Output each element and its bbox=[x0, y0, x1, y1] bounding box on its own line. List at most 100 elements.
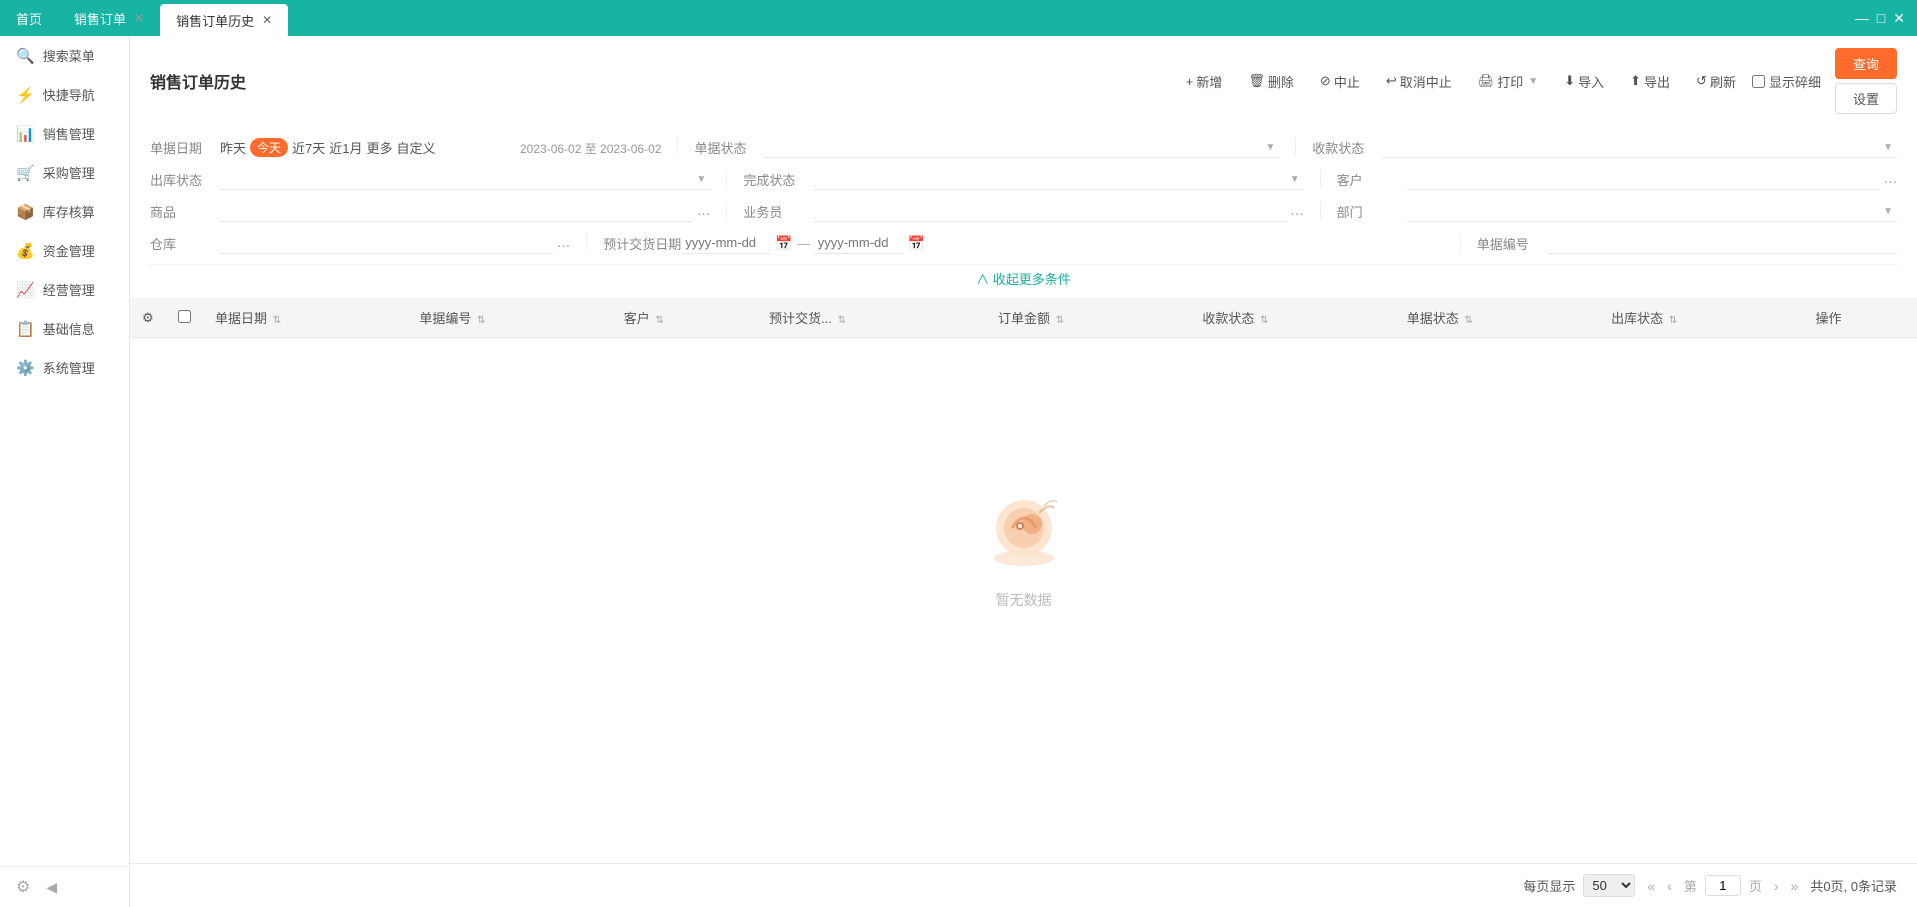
tab-sales-order[interactable]: 销售订单 ✕ bbox=[58, 0, 160, 36]
cancel-stop-button[interactable]: ↩ 取消中止 bbox=[1376, 68, 1462, 95]
th-expected-delivery-label: 预计交货... bbox=[769, 311, 832, 326]
dept-select[interactable] bbox=[1407, 200, 1897, 222]
warehouse-input[interactable] bbox=[220, 232, 553, 254]
doc-number-input[interactable] bbox=[1547, 232, 1897, 254]
next-page-button[interactable]: › bbox=[1770, 876, 1783, 896]
calendar-to-icon[interactable]: 📅 bbox=[908, 235, 925, 252]
page-input[interactable] bbox=[1705, 875, 1741, 896]
sep4 bbox=[1320, 169, 1321, 189]
per-page-select[interactable]: 10 20 50 100 bbox=[1583, 874, 1635, 897]
sidebar-item-sys-mgmt[interactable]: ⚙️ 系统管理 bbox=[0, 348, 129, 387]
settings-button[interactable]: 设置 bbox=[1835, 83, 1897, 114]
data-table: ⚙ 单据日期 ⇅ 单据编号 ⇅ bbox=[130, 298, 1917, 710]
collapse-filter-row[interactable]: ∧ 收起更多条件 bbox=[150, 264, 1897, 292]
complete-status-select[interactable] bbox=[813, 168, 1303, 190]
sidebar-item-basic-info[interactable]: 📋 基础信息 bbox=[0, 309, 129, 348]
import-button[interactable]: ⬇ 导入 bbox=[1554, 68, 1614, 95]
th-expected-delivery[interactable]: 预计交货... ⇅ bbox=[757, 298, 986, 338]
sidebar-item-purchase-mgmt[interactable]: 🛒 采购管理 bbox=[0, 153, 129, 192]
filter-area: 单据日期 昨天 今天 近7天 近1月 更多 自定义 2023-06-02 至 2… bbox=[130, 126, 1917, 298]
sidebar-item-inventory[interactable]: 📦 库存核算 bbox=[0, 192, 129, 231]
calendar-from-icon[interactable]: 📅 bbox=[775, 235, 792, 252]
select-all-checkbox[interactable] bbox=[178, 310, 191, 323]
content-area: 销售订单历史 + 新增 🗑 删除 ⊘ 中止 ↩ bbox=[130, 36, 1917, 907]
th-doc-number[interactable]: 单据编号 ⇅ bbox=[407, 298, 611, 338]
sidebar-item-finance[interactable]: 💰 资金管理 bbox=[0, 231, 129, 270]
date-option-today[interactable]: 今天 bbox=[250, 138, 288, 157]
sidebar-item-search-menu-label: 搜索菜单 bbox=[43, 46, 95, 65]
receipt-status-select-wrap: ▼ bbox=[1382, 136, 1897, 158]
filter-row-3: 商品 ... 业务员 ... 部门 ▼ bbox=[150, 200, 1897, 222]
date-option-more[interactable]: 更多 bbox=[367, 138, 393, 157]
sidebar-item-inventory-label: 库存核算 bbox=[43, 202, 95, 221]
date-option-custom[interactable]: 自定义 bbox=[397, 138, 436, 157]
refresh-button[interactable]: ↺ 刷新 bbox=[1686, 68, 1746, 95]
sidebar-collapse-icon[interactable]: ◀ bbox=[46, 879, 57, 896]
add-button[interactable]: + 新增 bbox=[1176, 68, 1233, 95]
date-option-1month[interactable]: 近1月 bbox=[329, 138, 362, 157]
expected-date-from-input[interactable] bbox=[681, 232, 771, 254]
top-bar: 首页 销售订单 ✕ 销售订单历史 ✕ — □ ✕ bbox=[0, 0, 1917, 36]
last-page-button[interactable]: » bbox=[1787, 876, 1803, 896]
doc-status-select[interactable] bbox=[764, 136, 1279, 158]
settings-col-icon[interactable]: ⚙ bbox=[142, 310, 154, 325]
per-page-label: 每页显示 bbox=[1523, 876, 1575, 895]
th-order-amount-label: 订单金额 bbox=[998, 311, 1050, 326]
close-window-button[interactable]: ✕ bbox=[1893, 10, 1905, 27]
out-status-select[interactable] bbox=[220, 168, 710, 190]
th-checkbox[interactable] bbox=[166, 298, 203, 338]
maximize-button[interactable]: □ bbox=[1877, 10, 1885, 26]
quick-nav-icon: ⚡ bbox=[16, 86, 35, 104]
prev-page-button[interactable]: ‹ bbox=[1663, 876, 1676, 896]
delete-button[interactable]: 🗑 删除 bbox=[1238, 68, 1304, 95]
th-out-status-label: 出库状态 bbox=[1611, 311, 1663, 326]
customer-input[interactable] bbox=[1407, 168, 1880, 190]
tab-home[interactable]: 首页 bbox=[0, 0, 58, 36]
th-order-amount[interactable]: 订单金额 ⇅ bbox=[986, 298, 1190, 338]
export-button[interactable]: ⬆ 导出 bbox=[1620, 68, 1680, 95]
sep8 bbox=[1460, 233, 1461, 253]
tab-sales-order-history[interactable]: 销售订单历史 ✕ bbox=[160, 4, 288, 36]
minimize-button[interactable]: — bbox=[1855, 10, 1869, 26]
sidebar-item-quick-nav[interactable]: ⚡ 快捷导航 bbox=[0, 75, 129, 114]
receipt-status-select[interactable] bbox=[1382, 136, 1897, 158]
salesperson-more-icon[interactable]: ... bbox=[1290, 202, 1303, 220]
sidebar-item-operations[interactable]: 📈 经营管理 bbox=[0, 270, 129, 309]
query-button[interactable]: 查询 bbox=[1835, 48, 1897, 79]
doc-date-filter: 单据日期 昨天 今天 近7天 近1月 更多 自定义 bbox=[150, 138, 510, 157]
stop-button[interactable]: ⊘ 中止 bbox=[1310, 68, 1370, 95]
goods-input[interactable] bbox=[220, 200, 693, 222]
display-cols-checkbox[interactable] bbox=[1752, 75, 1765, 88]
salesperson-input[interactable] bbox=[813, 200, 1286, 222]
customer-more-icon[interactable]: ... bbox=[1884, 170, 1897, 188]
table-area: ⚙ 单据日期 ⇅ 单据编号 ⇅ bbox=[130, 298, 1917, 863]
display-cols-label: 显示碎细 bbox=[1769, 72, 1821, 91]
operations-icon: 📈 bbox=[16, 281, 35, 299]
th-doc-number-label: 单据编号 bbox=[419, 311, 471, 326]
sidebar-item-sales-mgmt[interactable]: 📊 销售管理 bbox=[0, 114, 129, 153]
th-receipt-status[interactable]: 收款状态 ⇅ bbox=[1190, 298, 1394, 338]
th-doc-status[interactable]: 单据状态 ⇅ bbox=[1395, 298, 1599, 338]
th-doc-date-sort-icon: ⇅ bbox=[273, 315, 281, 326]
sidebar-settings-icon[interactable]: ⚙ bbox=[16, 877, 30, 897]
print-button[interactable]: 🖨 打印 ▼ bbox=[1468, 68, 1548, 95]
sidebar-item-search-menu[interactable]: 🔍 搜索菜单 bbox=[0, 36, 129, 75]
th-settings[interactable]: ⚙ bbox=[130, 298, 166, 338]
display-cols-toggle[interactable]: 显示碎细 bbox=[1752, 72, 1821, 91]
th-out-status[interactable]: 出库状态 ⇅ bbox=[1599, 298, 1803, 338]
tab-sales-order-close[interactable]: ✕ bbox=[134, 11, 144, 25]
first-page-button[interactable]: « bbox=[1643, 876, 1659, 896]
tab-sales-order-history-close[interactable]: ✕ bbox=[262, 13, 272, 27]
date-option-7days[interactable]: 近7天 bbox=[292, 138, 325, 157]
warehouse-more-icon[interactable]: ... bbox=[557, 234, 570, 252]
page-title: 销售订单历史 bbox=[150, 69, 246, 93]
date-option-yesterday[interactable]: 昨天 bbox=[220, 138, 246, 157]
th-doc-date[interactable]: 单据日期 ⇅ bbox=[203, 298, 407, 338]
page-label: 页 bbox=[1749, 876, 1762, 895]
goods-more-icon[interactable]: ... bbox=[697, 202, 710, 220]
complete-status-select-wrap: ▼ bbox=[813, 168, 1303, 190]
sidebar-item-finance-label: 资金管理 bbox=[43, 241, 95, 260]
expected-date-to-input[interactable] bbox=[814, 232, 904, 254]
date-range-text: 2023-06-02 至 2023-06-02 bbox=[520, 140, 661, 157]
th-customer[interactable]: 客户 ⇅ bbox=[612, 298, 757, 338]
